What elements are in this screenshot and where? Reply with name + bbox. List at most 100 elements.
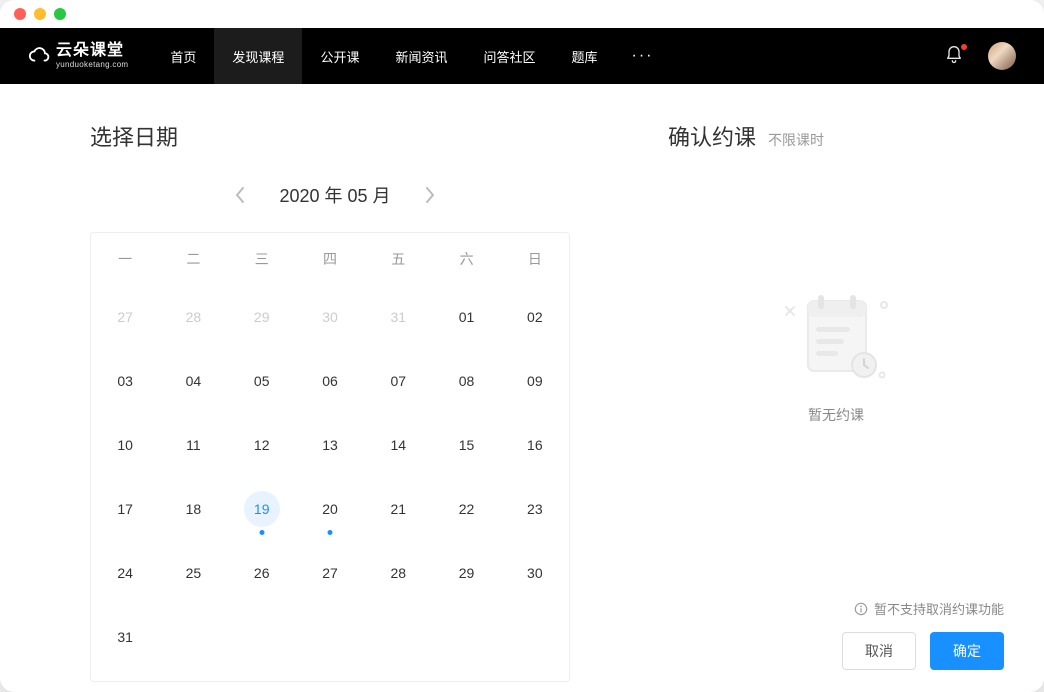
event-dot-icon — [327, 530, 332, 535]
calendar-day[interactable]: 04 — [159, 349, 227, 413]
day-number: 18 — [175, 491, 211, 527]
logo[interactable]: 云朵课堂 yunduoketang.com — [28, 43, 128, 69]
day-number: 13 — [312, 427, 348, 463]
calendar-day[interactable]: 15 — [432, 413, 500, 477]
calendar-day[interactable]: 09 — [501, 349, 569, 413]
day-number: 23 — [517, 491, 553, 527]
confirm-button[interactable]: 确定 — [930, 632, 1004, 670]
confirm-button-label: 确定 — [953, 641, 981, 661]
window-zoom-icon[interactable] — [54, 8, 66, 20]
notifications-button[interactable] — [944, 45, 966, 67]
calendar-day[interactable]: 28 — [364, 541, 432, 605]
weekday-header: 一 — [91, 233, 159, 285]
nav-more-button[interactable]: ··· — [616, 47, 670, 65]
day-number: 12 — [244, 427, 280, 463]
calendar-day[interactable]: 20 — [296, 477, 364, 541]
day-number: 07 — [380, 363, 416, 399]
day-number: 02 — [517, 299, 553, 335]
day-number: 31 — [107, 619, 143, 655]
chevron-left-icon — [235, 187, 245, 203]
nav-item-0[interactable]: 首页 — [152, 28, 214, 84]
nav-item-3[interactable]: 新闻资讯 — [377, 28, 465, 84]
calendar-day[interactable]: 07 — [364, 349, 432, 413]
day-number: 27 — [312, 555, 348, 591]
calendar-row: 24 2526 27 28 29 30 — [91, 541, 569, 605]
day-number: 22 — [449, 491, 485, 527]
day-number: 10 — [107, 427, 143, 463]
day-number: 30 — [312, 299, 348, 335]
calendar-day[interactable]: 27 — [296, 541, 364, 605]
calendar-day[interactable]: 17 — [91, 477, 159, 541]
weekday-header: 二 — [159, 233, 227, 285]
day-number: 08 — [449, 363, 485, 399]
calendar-day[interactable]: 10 — [91, 413, 159, 477]
logo-text-en: yunduoketang.com — [56, 61, 128, 69]
calendar-grid: 一二三四五六日 27 28 29 30 31 01 02 030405 06 07 08 09 10 11… — [90, 232, 570, 682]
day-number: 30 — [517, 555, 553, 591]
day-number: 27 — [107, 299, 143, 335]
calendar-day[interactable]: 18 — [159, 477, 227, 541]
day-number: 21 — [380, 491, 416, 527]
day-number: 15 — [449, 427, 485, 463]
calendar-day[interactable]: 05 — [228, 349, 296, 413]
day-number: 16 — [517, 427, 553, 463]
cancel-button[interactable]: 取消 — [842, 632, 916, 670]
calendar-day[interactable]: 13 — [296, 413, 364, 477]
nav-item-4[interactable]: 问答社区 — [465, 28, 553, 84]
nav-item-2[interactable]: 公开课 — [302, 28, 377, 84]
weekday-header: 五 — [364, 233, 432, 285]
day-number: 20 — [312, 491, 348, 527]
info-icon — [854, 602, 868, 616]
calendar-day[interactable]: 26 — [228, 541, 296, 605]
calendar-day[interactable]: 30 — [501, 541, 569, 605]
window-minimize-icon[interactable] — [34, 8, 46, 20]
content: 选择日期 2020 年 05 月 一二三四五六日 27 28 29 30 31 01 02 0… — [0, 84, 1044, 692]
calendar-day[interactable]: 06 — [296, 349, 364, 413]
day-number: 28 — [380, 555, 416, 591]
calendar-day[interactable]: 14 — [364, 413, 432, 477]
select-date-title: 选择日期 — [90, 120, 620, 152]
confirm-panel: 确认约课 不限课时 — [620, 84, 1044, 692]
day-number: 29 — [449, 555, 485, 591]
calendar-day[interactable]: 22 — [432, 477, 500, 541]
calendar-day[interactable]: 29 — [432, 541, 500, 605]
calendar-day[interactable]: 16 — [501, 413, 569, 477]
nav-item-1[interactable]: 发现课程 — [214, 28, 302, 84]
calendar-weekday-row: 一二三四五六日 — [91, 233, 569, 285]
nav-item-label: 公开课 — [320, 47, 359, 66]
day-number: 09 — [517, 363, 553, 399]
calendar-day: 29 — [228, 285, 296, 349]
button-row: 取消 确定 — [668, 632, 1004, 692]
calendar-day[interactable]: 08 — [432, 349, 500, 413]
weekday-header: 三 — [228, 233, 296, 285]
window-close-icon[interactable] — [14, 8, 26, 20]
day-number: 28 — [175, 299, 211, 335]
avatar[interactable] — [988, 42, 1016, 70]
calendar-row: 030405 06 07 08 09 — [91, 349, 569, 413]
event-dot-icon — [259, 530, 264, 535]
calendar-day[interactable]: 19 — [228, 477, 296, 541]
calendar-day[interactable]: 03 — [91, 349, 159, 413]
nav-item-5[interactable]: 题库 — [553, 28, 615, 84]
app-window: 云朵课堂 yunduoketang.com 首页发现课程公开课新闻资讯问答社区题… — [0, 0, 1044, 692]
day-number: 24 — [107, 555, 143, 591]
more-icon: ··· — [632, 47, 654, 65]
calendar-day[interactable]: 23 — [501, 477, 569, 541]
day-number: 11 — [175, 427, 211, 463]
calendar-day[interactable]: 11 — [159, 413, 227, 477]
calendar-day[interactable]: 01 — [432, 285, 500, 349]
nav-item-label: 首页 — [170, 47, 196, 66]
next-month-button[interactable] — [419, 184, 441, 206]
empty-state: 暂无约课 — [668, 112, 1004, 599]
weekday-header: 日 — [501, 233, 569, 285]
calendar-day: 28 — [159, 285, 227, 349]
prev-month-button[interactable] — [229, 184, 251, 206]
calendar-day[interactable]: 02 — [501, 285, 569, 349]
calendar-day[interactable]: 25 — [159, 541, 227, 605]
calendar-day[interactable]: 21 — [364, 477, 432, 541]
day-number: 06 — [312, 363, 348, 399]
calendar-day[interactable]: 31 — [91, 605, 159, 669]
calendar-day[interactable]: 12 — [228, 413, 296, 477]
calendar-day[interactable]: 24 — [91, 541, 159, 605]
calendar-header: 2020 年 05 月 — [90, 182, 620, 208]
